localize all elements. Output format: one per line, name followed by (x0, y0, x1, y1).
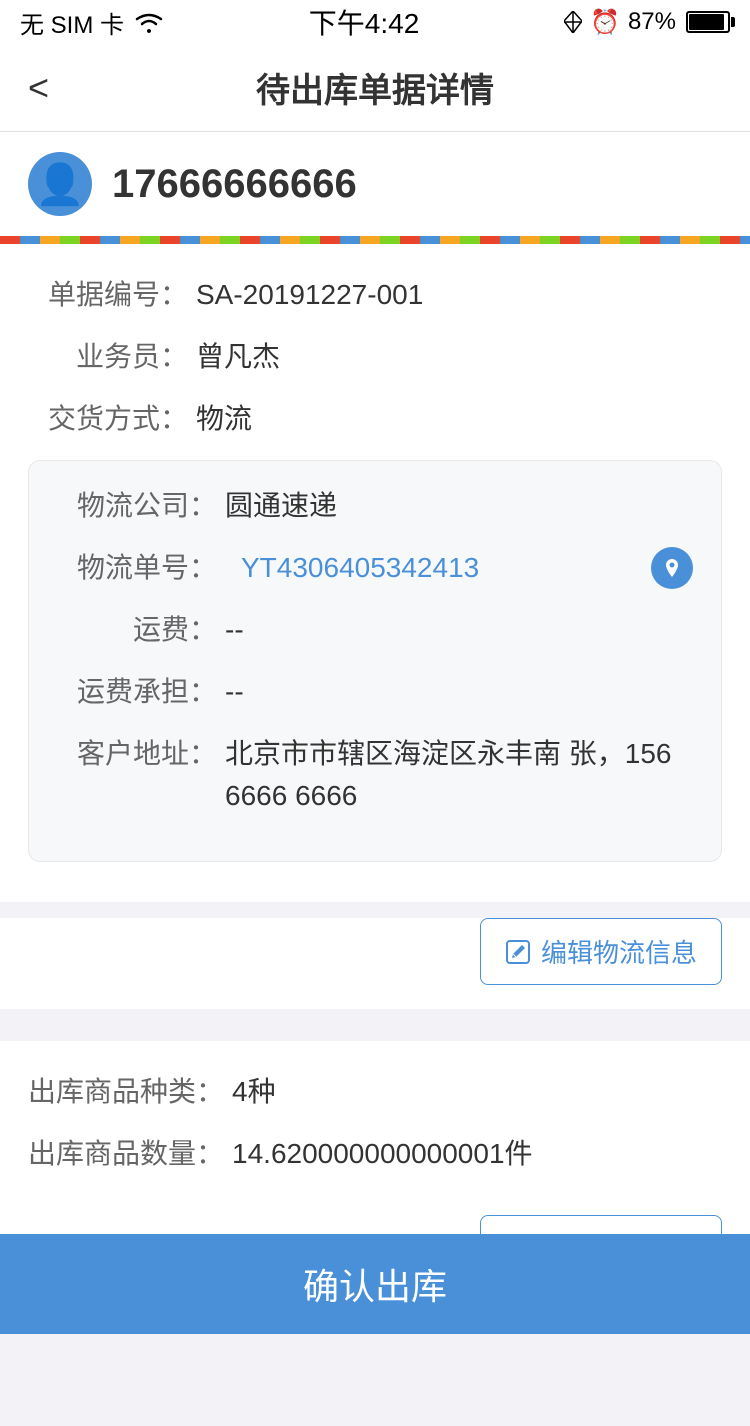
freight-row: 运费： -- (57, 609, 693, 651)
location-icon (564, 11, 582, 33)
goods-types-row: 出库商品种类： 4种 (28, 1071, 722, 1113)
sales-person-value: 曾凡杰 (196, 336, 722, 378)
edit-logistics-label: 编辑物流信息 (541, 933, 697, 970)
document-no-row: 单据编号： SA-20191227-001 (28, 274, 722, 316)
address-label: 客户地址： (57, 733, 217, 775)
tracking-no-label: 物流单号： (57, 547, 217, 589)
back-button[interactable]: < (28, 67, 49, 109)
goods-types-value: 4种 (232, 1071, 722, 1113)
edit-logistics-btn-row: 编辑物流信息 (0, 918, 750, 1009)
battery-percent: 87% (628, 8, 676, 36)
edit-logistics-button[interactable]: 编辑物流信息 (480, 918, 722, 985)
goods-quantity-value: 14.620000000000001件 (232, 1133, 722, 1175)
avatar: 👤 (28, 152, 92, 216)
freight-bearer-row: 运费承担： -- (57, 671, 693, 713)
customer-phone: 17666666666 (112, 162, 357, 207)
status-bar-right: ⏰ 87% (564, 8, 730, 37)
tracking-no-row: 物流单号： YT43064053424​13 (57, 547, 693, 589)
goods-section: 出库商品种类： 4种 出库商品数量： 14.620000000000001件 (0, 1041, 750, 1215)
status-bar-left: 无 SIM 卡 (20, 5, 164, 40)
document-no-label: 单据编号： (28, 274, 188, 316)
delivery-method-label: 交货方式： (28, 398, 188, 440)
status-bar: 无 SIM 卡 下午4:42 ⏰ 87% (0, 0, 750, 44)
freight-bearer-label: 运费承担： (57, 671, 217, 713)
address-row: 客户地址： 北京市市辖区海淀区永丰南 张，156 6666 6666 (57, 733, 693, 817)
logistics-company-value: 圆通速递 (225, 485, 693, 527)
freight-label: 运费： (57, 609, 217, 651)
freight-bearer-value: -- (225, 671, 693, 713)
wifi-icon (134, 11, 164, 33)
logistics-company-label: 物流公司： (57, 485, 217, 527)
goods-types-label: 出库商品种类： (28, 1071, 224, 1113)
carrier-label: 无 SIM 卡 (20, 5, 124, 40)
dashed-separator (0, 236, 750, 244)
alarm-icon: ⏰ (590, 8, 620, 37)
customer-header: 👤 17666666666 (0, 132, 750, 236)
location-pin-icon[interactable] (651, 547, 693, 589)
confirm-outbound-label: 确认出库 (303, 1258, 447, 1310)
user-icon: 👤 (35, 161, 85, 208)
delivery-method-row: 交货方式： 物流 (28, 398, 722, 440)
page-title: 待出库单据详情 (256, 63, 494, 112)
edit-icon (505, 939, 531, 965)
address-value: 北京市市辖区海淀区永丰南 张，156 6666 6666 (225, 733, 693, 817)
battery-icon (686, 11, 730, 33)
time-display: 下午4:42 (309, 2, 420, 42)
sales-person-row: 业务员： 曾凡杰 (28, 336, 722, 378)
section-divider (0, 1009, 750, 1025)
delivery-method-value: 物流 (196, 398, 722, 440)
logistics-card: 物流公司： 圆通速递 物流单号： YT43064053424​13 运费： --… (28, 460, 722, 862)
freight-value: -- (225, 609, 693, 651)
goods-quantity-label: 出库商品数量： (28, 1133, 224, 1175)
logistics-company-row: 物流公司： 圆通速递 (57, 485, 693, 527)
sales-person-label: 业务员： (28, 336, 188, 378)
basic-info-section: 单据编号： SA-20191227-001 业务员： 曾凡杰 交货方式： 物流 … (0, 244, 750, 902)
tracking-no-value: YT43064053424​13 (241, 547, 635, 589)
nav-bar: < 待出库单据详情 (0, 44, 750, 132)
document-no-value: SA-20191227-001 (196, 274, 722, 316)
confirm-outbound-button[interactable]: 确认出库 (0, 1234, 750, 1334)
goods-quantity-row: 出库商品数量： 14.620000000000001件 (28, 1133, 722, 1175)
